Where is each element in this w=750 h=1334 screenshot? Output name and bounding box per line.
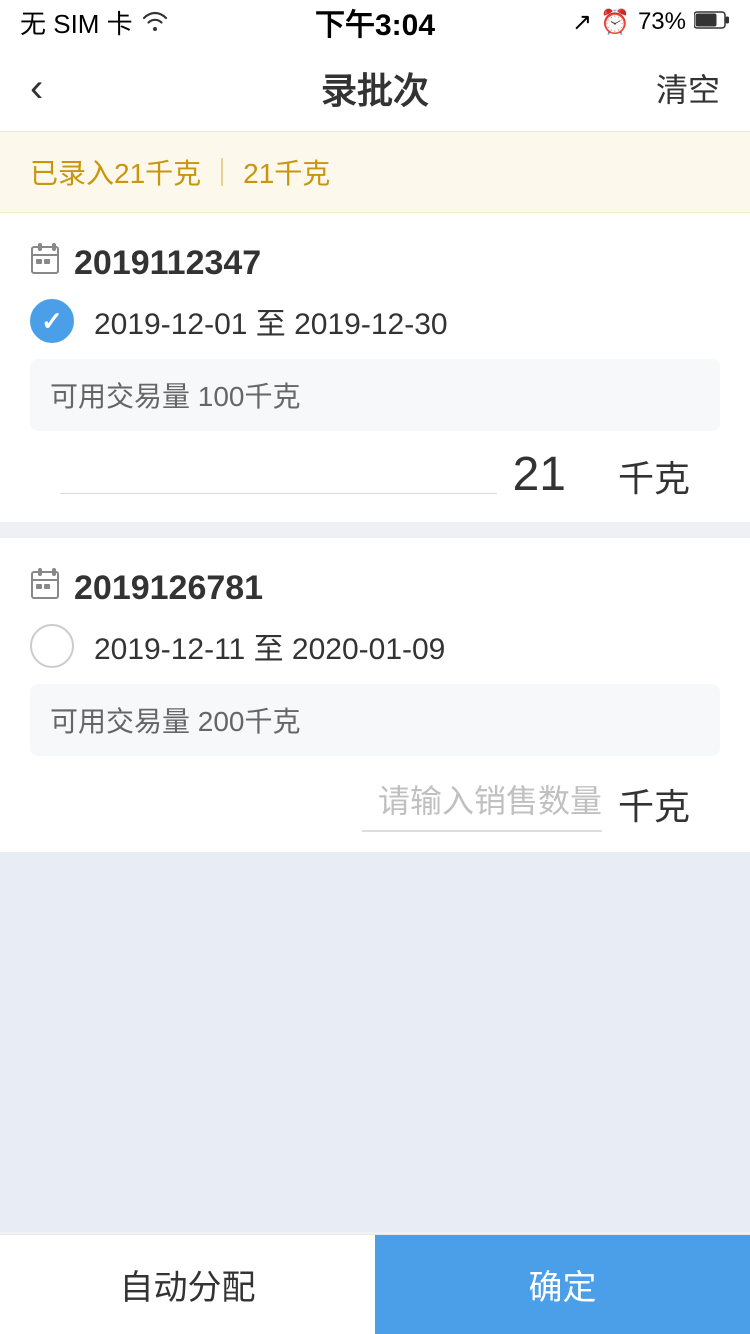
battery-icon bbox=[694, 8, 730, 36]
batch-2-unit: 千克 bbox=[618, 778, 690, 830]
status-bar-left: 无 SIM 卡 bbox=[20, 4, 169, 41]
batch-2-card: 2019126781 2019-12-11 至 2020-01-09 可用交易量… bbox=[0, 538, 750, 852]
location-icon: ↗ bbox=[572, 8, 592, 37]
batch-2-date: 2019-12-11 至 2020-01-09 bbox=[94, 624, 445, 668]
batch-1-row[interactable]: 2019-12-01 至 2019-12-30 bbox=[30, 299, 720, 343]
empty-area bbox=[0, 852, 750, 1232]
batch-2-input-row: 请输入销售数量 千克 bbox=[30, 756, 720, 852]
batch-1-radio[interactable] bbox=[30, 299, 74, 343]
batch-1-quantity-row: 21 千克 bbox=[30, 431, 720, 522]
batch-2-icon bbox=[30, 568, 64, 608]
batch-1-id: 2019112347 bbox=[74, 244, 261, 283]
confirm-button[interactable]: 确定 bbox=[375, 1235, 750, 1334]
batch-2-id: 2019126781 bbox=[74, 569, 263, 608]
back-button[interactable]: ‹ bbox=[30, 68, 43, 108]
batch-1-icon bbox=[30, 243, 64, 283]
auto-distribute-button[interactable]: 自动分配 bbox=[0, 1235, 375, 1334]
batch-2-input-underline bbox=[362, 830, 602, 832]
nav-bar: ‹ 录批次 清空 bbox=[0, 44, 750, 132]
info-banner: 已录入21千克 21千克 bbox=[0, 132, 750, 213]
wifi-icon bbox=[141, 7, 169, 38]
batch-1-quantity-unit: 千克 bbox=[618, 450, 690, 502]
batch-2-avail: 可用交易量 200千克 bbox=[30, 684, 720, 756]
batch-2-row[interactable]: 2019-12-11 至 2020-01-09 bbox=[30, 624, 720, 668]
batch-2-radio[interactable] bbox=[30, 624, 74, 668]
battery-text: 73% bbox=[638, 8, 686, 36]
batch-1-card: 2019112347 2019-12-01 至 2019-12-30 可用交易量… bbox=[0, 213, 750, 522]
alarm-icon: ⏰ bbox=[600, 8, 630, 37]
batch-1-avail: 可用交易量 100千克 bbox=[30, 359, 720, 431]
batch-2-header: 2019126781 bbox=[30, 568, 720, 608]
batch-1-date: 2019-12-01 至 2019-12-30 bbox=[94, 299, 448, 343]
page-title: 录批次 bbox=[321, 62, 429, 114]
info-entered-label: 已录入21千克 bbox=[30, 152, 201, 192]
batch-1-quantity-value[interactable]: 21 bbox=[513, 447, 566, 502]
batch-2-input-placeholder[interactable]: 请输入销售数量 bbox=[378, 776, 602, 822]
carrier-text: 无 SIM 卡 bbox=[20, 4, 133, 41]
info-value: 21千克 bbox=[243, 152, 330, 192]
status-bar-right: ↗ ⏰ 73% bbox=[572, 8, 730, 37]
info-divider bbox=[221, 158, 223, 186]
section-divider-1 bbox=[0, 522, 750, 538]
batch-1-header: 2019112347 bbox=[30, 243, 720, 283]
status-bar: 无 SIM 卡 下午3:04 ↗ ⏰ 73% bbox=[0, 0, 750, 44]
bottom-bar: 自动分配 确定 bbox=[0, 1234, 750, 1334]
clear-button[interactable]: 清空 bbox=[656, 65, 720, 111]
status-bar-time: 下午3:04 bbox=[315, 0, 435, 44]
